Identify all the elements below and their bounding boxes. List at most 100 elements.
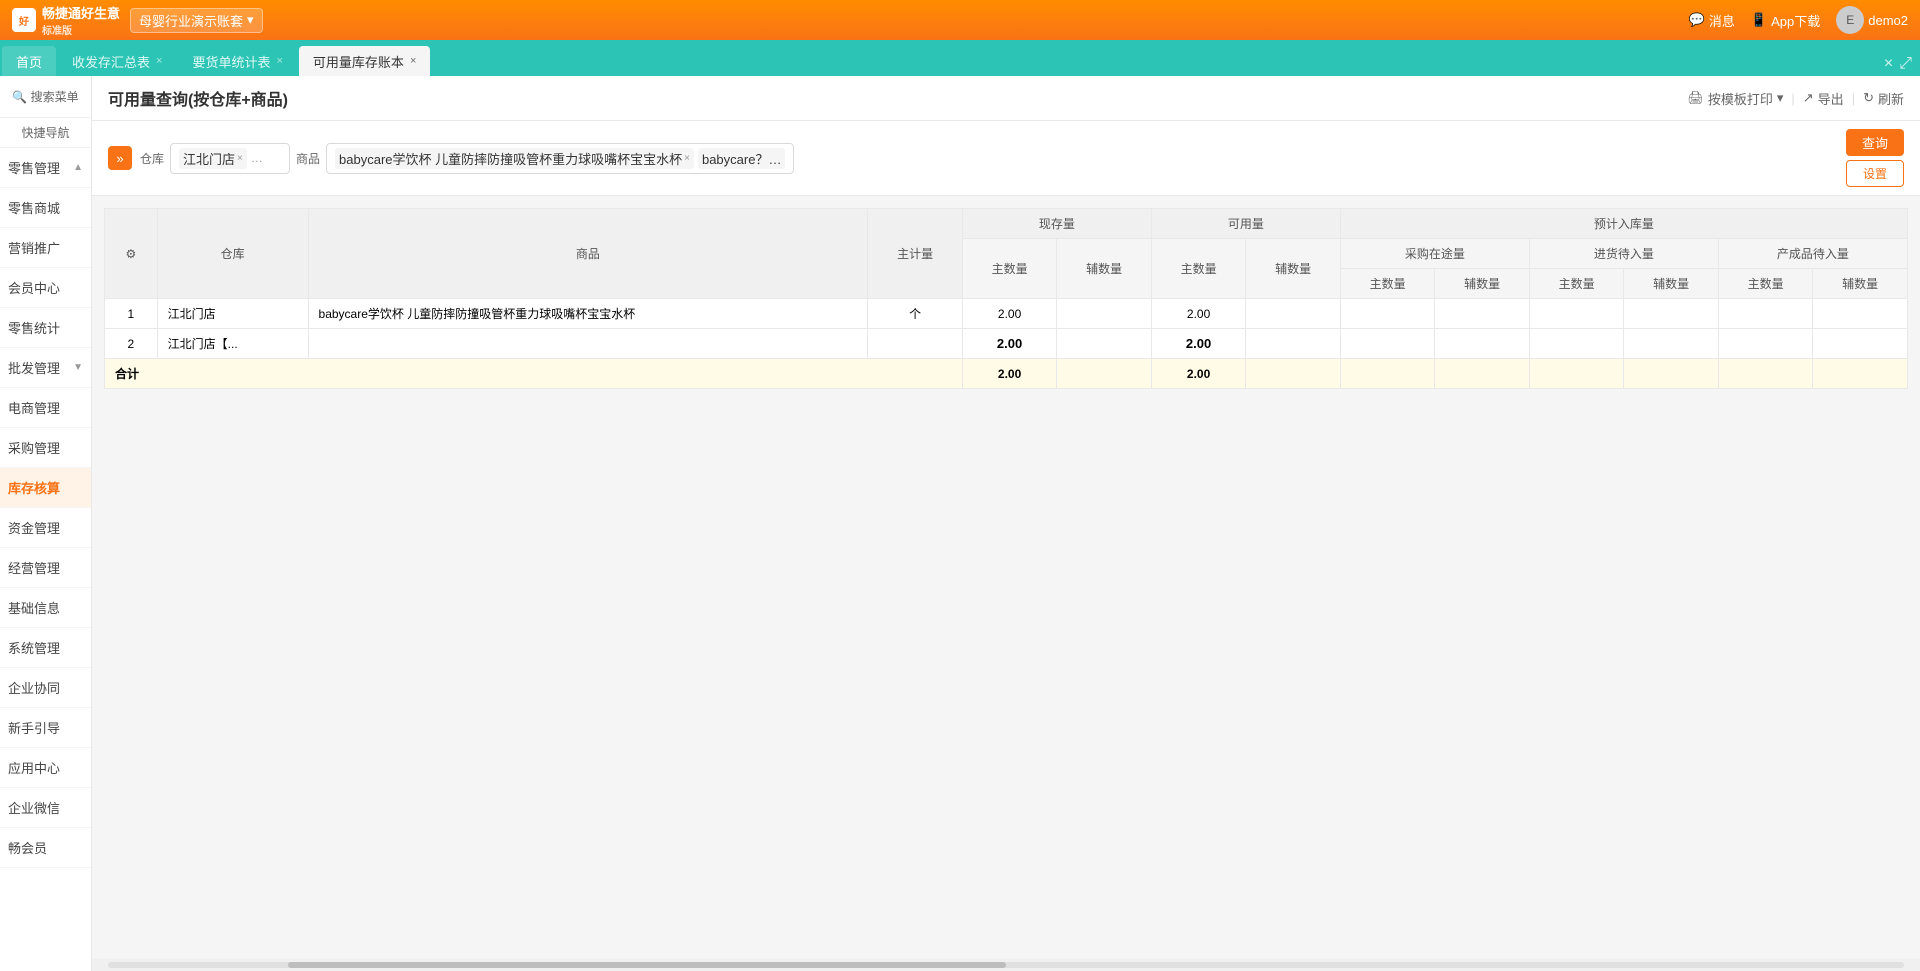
- filter-expand-btn[interactable]: »: [108, 146, 132, 170]
- cell-pp-aux: [1813, 299, 1908, 329]
- message-action[interactable]: 💬 消息: [1689, 11, 1735, 30]
- sidebar-item-inventory-check-label: 库存核算: [8, 478, 60, 497]
- product-filter-input[interactable]: babycare学饮杯 儿童防摔防撞吸管杯重力球吸嘴杯宝宝水杯 × babyca…: [326, 143, 794, 174]
- sidebar-item-finance[interactable]: 资金管理: [0, 508, 91, 548]
- filter-bar: » 仓库 江北门店 × … 商品 babycare学饮杯 儿童防摔防撞吸管杯重力…: [92, 121, 1920, 196]
- sidebar-item-retail-mall[interactable]: 零售商城: [0, 188, 91, 228]
- col-header-pt-aux: 辅数量: [1435, 269, 1530, 299]
- warehouse-filter-input[interactable]: 江北门店 × …: [170, 143, 290, 174]
- sidebar-item-wechat[interactable]: 企业微信: [0, 788, 91, 828]
- tab-bar-actions: × ⤢: [1884, 55, 1920, 76]
- cell-ip-main: [1529, 329, 1624, 359]
- username-label: demo2: [1868, 13, 1908, 28]
- summary-pp-aux: [1813, 359, 1908, 389]
- sidebar-item-wechat-label: 企业微信: [8, 798, 60, 817]
- cell-unit: [868, 329, 963, 359]
- sidebar-item-member2-label: 畅会员: [8, 838, 47, 857]
- page-actions: 🖨 按模板打印 ▾ | ↗ 导出 | ↻ 刷新: [1687, 89, 1904, 108]
- refresh-btn[interactable]: ↻ 刷新: [1863, 89, 1904, 108]
- sidebar-item-basic[interactable]: 基础信息: [0, 588, 91, 628]
- col-header-ip-main: 主数量: [1529, 269, 1624, 299]
- sidebar-item-member[interactable]: 会员中心: [0, 268, 91, 308]
- sidebar-item-operations-label: 经营管理: [8, 558, 60, 577]
- cell-product: babycare学饮杯 儿童防摔防撞吸管杯重力球吸嘴杯宝宝水杯: [308, 299, 868, 329]
- sidebar-item-newbie[interactable]: 新手引导: [0, 708, 91, 748]
- cell-index: 1: [105, 299, 158, 329]
- tab-receive-close[interactable]: ×: [156, 55, 162, 67]
- sidebar-item-finance-label: 资金管理: [8, 518, 60, 537]
- warehouse-tag-close[interactable]: ×: [237, 153, 243, 164]
- cell-ip-main: [1529, 299, 1624, 329]
- sidebar-item-ecommerce-label: 电商管理: [8, 398, 60, 417]
- product-tag-1: babycare学饮杯 儿童防摔防撞吸管杯重力球吸嘴杯宝宝水杯 ×: [335, 148, 694, 169]
- settings-button[interactable]: 设置: [1846, 160, 1904, 187]
- sidebar-item-marketing[interactable]: 营销推广: [0, 228, 91, 268]
- app-subtitle: 标准版: [42, 22, 120, 37]
- col-header-available: 可用量: [1151, 209, 1340, 239]
- col-header-pp-aux: 辅数量: [1813, 269, 1908, 299]
- user-profile[interactable]: E demo2: [1836, 6, 1908, 34]
- sidebar-item-marketing-label: 营销推广: [8, 238, 60, 257]
- sidebar-item-inventory-check[interactable]: 库存核算: [0, 468, 91, 508]
- summary-avail-main: 2.00: [1151, 359, 1246, 389]
- summary-ip-aux: [1624, 359, 1719, 389]
- account-selector[interactable]: 母婴行业演示账套 ▾: [130, 8, 263, 33]
- sidebar-item-system[interactable]: 系统管理: [0, 628, 91, 668]
- summary-label: 合计: [105, 359, 963, 389]
- fullscreen-btn[interactable]: ⤢: [1899, 55, 1912, 73]
- query-button[interactable]: 查询: [1846, 129, 1904, 156]
- cell-warehouse: 江北门店: [157, 299, 308, 329]
- tab-order-label: 要货单统计表: [192, 52, 270, 71]
- tab-order-close[interactable]: ×: [276, 55, 282, 67]
- warehouse-more[interactable]: …: [251, 151, 263, 165]
- sidebar-quick-nav[interactable]: 快捷导航: [0, 118, 91, 148]
- close-tab-btn[interactable]: ×: [1884, 55, 1893, 73]
- cell-pp-main: [1718, 329, 1813, 359]
- cell-pt-aux: [1435, 299, 1530, 329]
- sidebar-item-app-center[interactable]: 应用中心: [0, 748, 91, 788]
- col-header-planned-in: 预计入库量: [1340, 209, 1907, 239]
- summary-row: 合计 2.00 2.00: [105, 359, 1908, 389]
- tab-home[interactable]: 首页: [2, 46, 56, 76]
- cell-current-aux: [1057, 299, 1152, 329]
- tab-order[interactable]: 要货单统计表 ×: [178, 46, 296, 76]
- col-header-unit: 主计量: [868, 209, 963, 299]
- export-btn[interactable]: ↗ 导出: [1803, 89, 1844, 108]
- page-header: 可用量查询(按仓库+商品) 🖨 按模板打印 ▾ | ↗ 导出 | ↻ 刷新: [92, 76, 1920, 121]
- cell-pt-main: [1340, 299, 1435, 329]
- chevron-down-icon: ▾: [1777, 90, 1784, 106]
- sidebar-search-area: 🔍 搜索菜单: [0, 76, 91, 118]
- col-header-current-stock: 现存量: [962, 209, 1151, 239]
- warehouse-tag-value: 江北门店: [183, 149, 235, 168]
- sidebar-item-operations[interactable]: 经营管理: [0, 548, 91, 588]
- tab-inventory[interactable]: 可用量库存账本 ×: [299, 46, 430, 76]
- template-print-btn[interactable]: 🖨 按模板打印 ▾: [1687, 89, 1783, 108]
- summary-pt-main: [1340, 359, 1435, 389]
- col-header-settings[interactable]: ⚙: [105, 209, 158, 299]
- tab-inventory-close[interactable]: ×: [410, 55, 416, 67]
- sidebar-item-purchase[interactable]: 采购管理: [0, 428, 91, 468]
- sidebar-item-enterprise[interactable]: 企业协同: [0, 668, 91, 708]
- sidebar-item-ecommerce[interactable]: 电商管理: [0, 388, 91, 428]
- sidebar-item-wholesale[interactable]: 批发管理 ▼: [0, 348, 91, 388]
- cell-avail-aux: [1246, 329, 1341, 359]
- warehouse-tag: 江北门店 ×: [179, 148, 247, 169]
- account-name: 母婴行业演示账套: [139, 11, 243, 30]
- summary-avail-aux: [1246, 359, 1341, 389]
- sidebar-item-basic-label: 基础信息: [8, 598, 60, 617]
- sidebar-item-retail-mgmt[interactable]: 零售管理 ▲: [0, 148, 91, 188]
- app-download-icon: 📱: [1751, 12, 1767, 28]
- sidebar: 🔍 搜索菜单 快捷导航 零售管理 ▲ 零售商城 营销推广 会员中心 零售统计 批…: [0, 76, 92, 971]
- col-header-product: 商品: [308, 209, 868, 299]
- sidebar-item-retail-stats[interactable]: 零售统计: [0, 308, 91, 348]
- chevron-down-icon: ▼: [73, 362, 83, 373]
- search-menu-button[interactable]: 🔍 搜索菜单: [8, 84, 83, 109]
- top-bar: 好 畅捷通好生意 标准版 母婴行业演示账套 ▾ 💬 消息 📱 App下载 E d…: [0, 0, 1920, 40]
- summary-current-main: 2.00: [962, 359, 1057, 389]
- product-tag-1-close[interactable]: ×: [684, 153, 690, 164]
- sidebar-item-member2[interactable]: 畅会员: [0, 828, 91, 868]
- tab-receive[interactable]: 收发存汇总表 ×: [58, 46, 176, 76]
- cell-current-main: 2.00: [962, 299, 1057, 329]
- footer-scrollbar[interactable]: [92, 959, 1920, 971]
- app-download-action[interactable]: 📱 App下载: [1751, 11, 1820, 30]
